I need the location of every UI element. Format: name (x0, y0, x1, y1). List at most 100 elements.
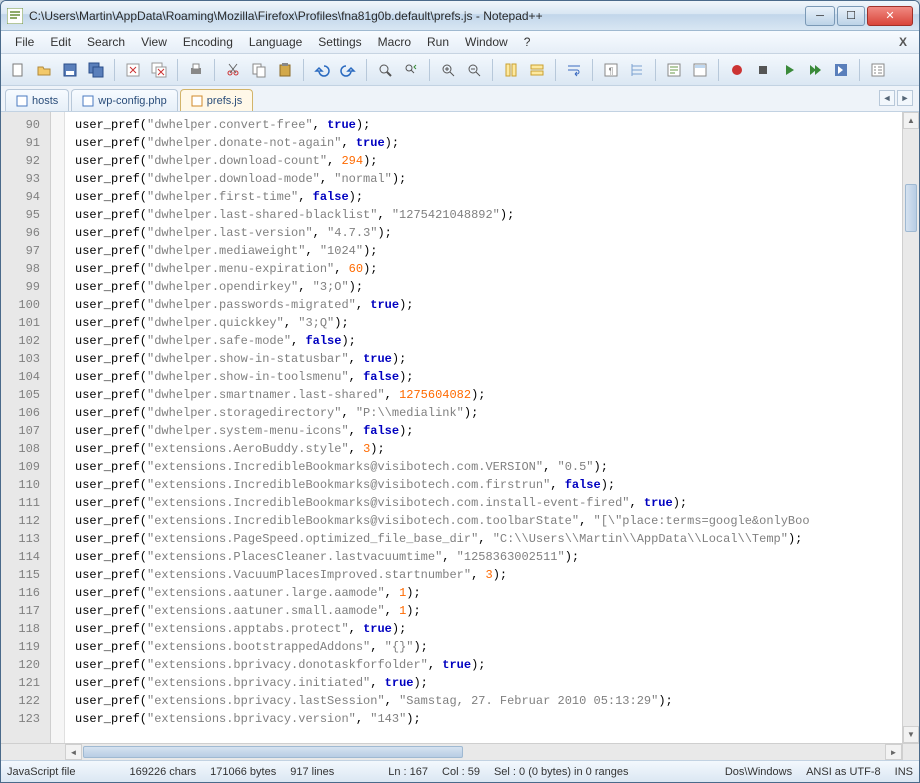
close-icon (125, 62, 141, 78)
code-line: user_pref("dwhelper.download-mode", "nor… (75, 170, 902, 188)
save-all-button[interactable] (85, 59, 107, 81)
code-line: user_pref("dwhelper.show-in-toolsmenu", … (75, 368, 902, 386)
menu-run[interactable]: Run (419, 32, 457, 52)
line-number: 95 (1, 206, 50, 224)
toolbar-separator (492, 59, 493, 81)
scroll-right-button[interactable]: ► (885, 744, 902, 760)
scroll-up-button[interactable]: ▲ (903, 112, 919, 129)
mdi-close-button[interactable]: X (893, 35, 913, 49)
vertical-scrollbar[interactable]: ▲ ▼ (902, 112, 919, 743)
show-all-button[interactable]: ¶ (600, 59, 622, 81)
zoom-out-button[interactable] (463, 59, 485, 81)
maximize-button[interactable]: ☐ (837, 6, 865, 26)
menu-macro[interactable]: Macro (370, 32, 419, 52)
menu-help[interactable]: ? (516, 32, 539, 52)
macro-play-icon (781, 62, 797, 78)
close-window-button[interactable]: ✕ (867, 6, 913, 26)
code-line: user_pref("dwhelper.storagedirectory", "… (75, 404, 902, 422)
save-button[interactable] (59, 59, 81, 81)
line-number: 106 (1, 404, 50, 422)
func-list-button[interactable] (867, 59, 889, 81)
print-button[interactable] (185, 59, 207, 81)
code-line: user_pref("dwhelper.system-menu-icons", … (75, 422, 902, 440)
print-icon (188, 62, 204, 78)
cut-button[interactable] (222, 59, 244, 81)
tab-wp-config-php[interactable]: wp-config.php (71, 89, 178, 111)
open-file-button[interactable] (33, 59, 55, 81)
menubar: File Edit Search View Encoding Language … (1, 31, 919, 54)
doc-map-button[interactable] (689, 59, 711, 81)
file-icon (191, 95, 203, 107)
indent-guide-button[interactable] (626, 59, 648, 81)
undo-button[interactable] (311, 59, 333, 81)
line-number: 111 (1, 494, 50, 512)
statusbar: JavaScript file 169226 chars 171066 byte… (1, 760, 919, 782)
scroll-left-button[interactable]: ◄ (65, 744, 82, 760)
macro-record-button[interactable] (726, 59, 748, 81)
menu-view[interactable]: View (133, 32, 175, 52)
line-number: 102 (1, 332, 50, 350)
close-all-button[interactable] (148, 59, 170, 81)
code-line: user_pref("dwhelper.smartnamer.last-shar… (75, 386, 902, 404)
vscroll-thumb[interactable] (905, 184, 917, 232)
replace-button[interactable] (400, 59, 422, 81)
copy-button[interactable] (248, 59, 270, 81)
new-file-button[interactable] (7, 59, 29, 81)
tabnav-left-button[interactable]: ◄ (879, 90, 895, 106)
menu-file[interactable]: File (7, 32, 42, 52)
code-line: user_pref("extensions.IncredibleBookmark… (75, 476, 902, 494)
macro-record-icon (729, 62, 745, 78)
line-number: 121 (1, 674, 50, 692)
code-line: user_pref("dwhelper.download-count", 294… (75, 152, 902, 170)
titlebar: C:\Users\Martin\AppData\Roaming\Mozilla\… (1, 1, 919, 31)
code-line: user_pref("dwhelper.convert-free", true)… (75, 116, 902, 134)
paste-button[interactable] (274, 59, 296, 81)
status-line: Ln : 167 (388, 766, 428, 778)
close-all-icon (151, 62, 167, 78)
wordwrap-button[interactable] (563, 59, 585, 81)
menu-search[interactable]: Search (79, 32, 133, 52)
code-line: user_pref("dwhelper.show-in-statusbar", … (75, 350, 902, 368)
menu-edit[interactable]: Edit (42, 32, 79, 52)
tab-label: hosts (32, 95, 58, 107)
code-line: user_pref("dwhelper.opendirkey", "3;O"); (75, 278, 902, 296)
toolbar-separator (366, 59, 367, 81)
toolbar: ¶ (1, 54, 919, 86)
sync-v-button[interactable] (500, 59, 522, 81)
code-area[interactable]: user_pref("dwhelper.convert-free", true)… (65, 112, 902, 743)
toolbar-separator (655, 59, 656, 81)
editor: 9091929394959697989910010110210310410510… (1, 112, 919, 743)
menu-encoding[interactable]: Encoding (175, 32, 241, 52)
redo-button[interactable] (337, 59, 359, 81)
sync-v-icon (503, 62, 519, 78)
macro-play-button[interactable] (778, 59, 800, 81)
tab-prefs-js[interactable]: prefs.js (180, 89, 253, 111)
macro-play-multi-button[interactable] (804, 59, 826, 81)
menu-language[interactable]: Language (241, 32, 310, 52)
close-button[interactable] (122, 59, 144, 81)
sync-h-button[interactable] (526, 59, 548, 81)
tab-label: prefs.js (207, 95, 242, 107)
zoom-out-icon (466, 62, 482, 78)
code-line: user_pref("extensions.VacuumPlacesImprov… (75, 566, 902, 584)
code-line: user_pref("extensions.IncredibleBookmark… (75, 512, 902, 530)
save-icon (62, 62, 78, 78)
tab-hosts[interactable]: hosts (5, 89, 69, 111)
macro-stop-button[interactable] (752, 59, 774, 81)
zoom-in-button[interactable] (437, 59, 459, 81)
udlang-button[interactable] (663, 59, 685, 81)
minimize-button[interactable]: ─ (805, 6, 835, 26)
line-number: 90 (1, 116, 50, 134)
menu-window[interactable]: Window (457, 32, 516, 52)
scroll-down-button[interactable]: ▼ (903, 726, 919, 743)
hscroll-thumb[interactable] (83, 746, 463, 758)
tabnav-right-button[interactable]: ► (897, 90, 913, 106)
code-line: user_pref("extensions.bootstrappedAddons… (75, 638, 902, 656)
macro-save-button[interactable] (830, 59, 852, 81)
find-button[interactable] (374, 59, 396, 81)
menu-settings[interactable]: Settings (310, 32, 369, 52)
line-number: 91 (1, 134, 50, 152)
horizontal-scrollbar[interactable]: ◄ ► (1, 743, 919, 760)
line-number: 122 (1, 692, 50, 710)
status-eol: Dos\Windows (725, 766, 792, 778)
